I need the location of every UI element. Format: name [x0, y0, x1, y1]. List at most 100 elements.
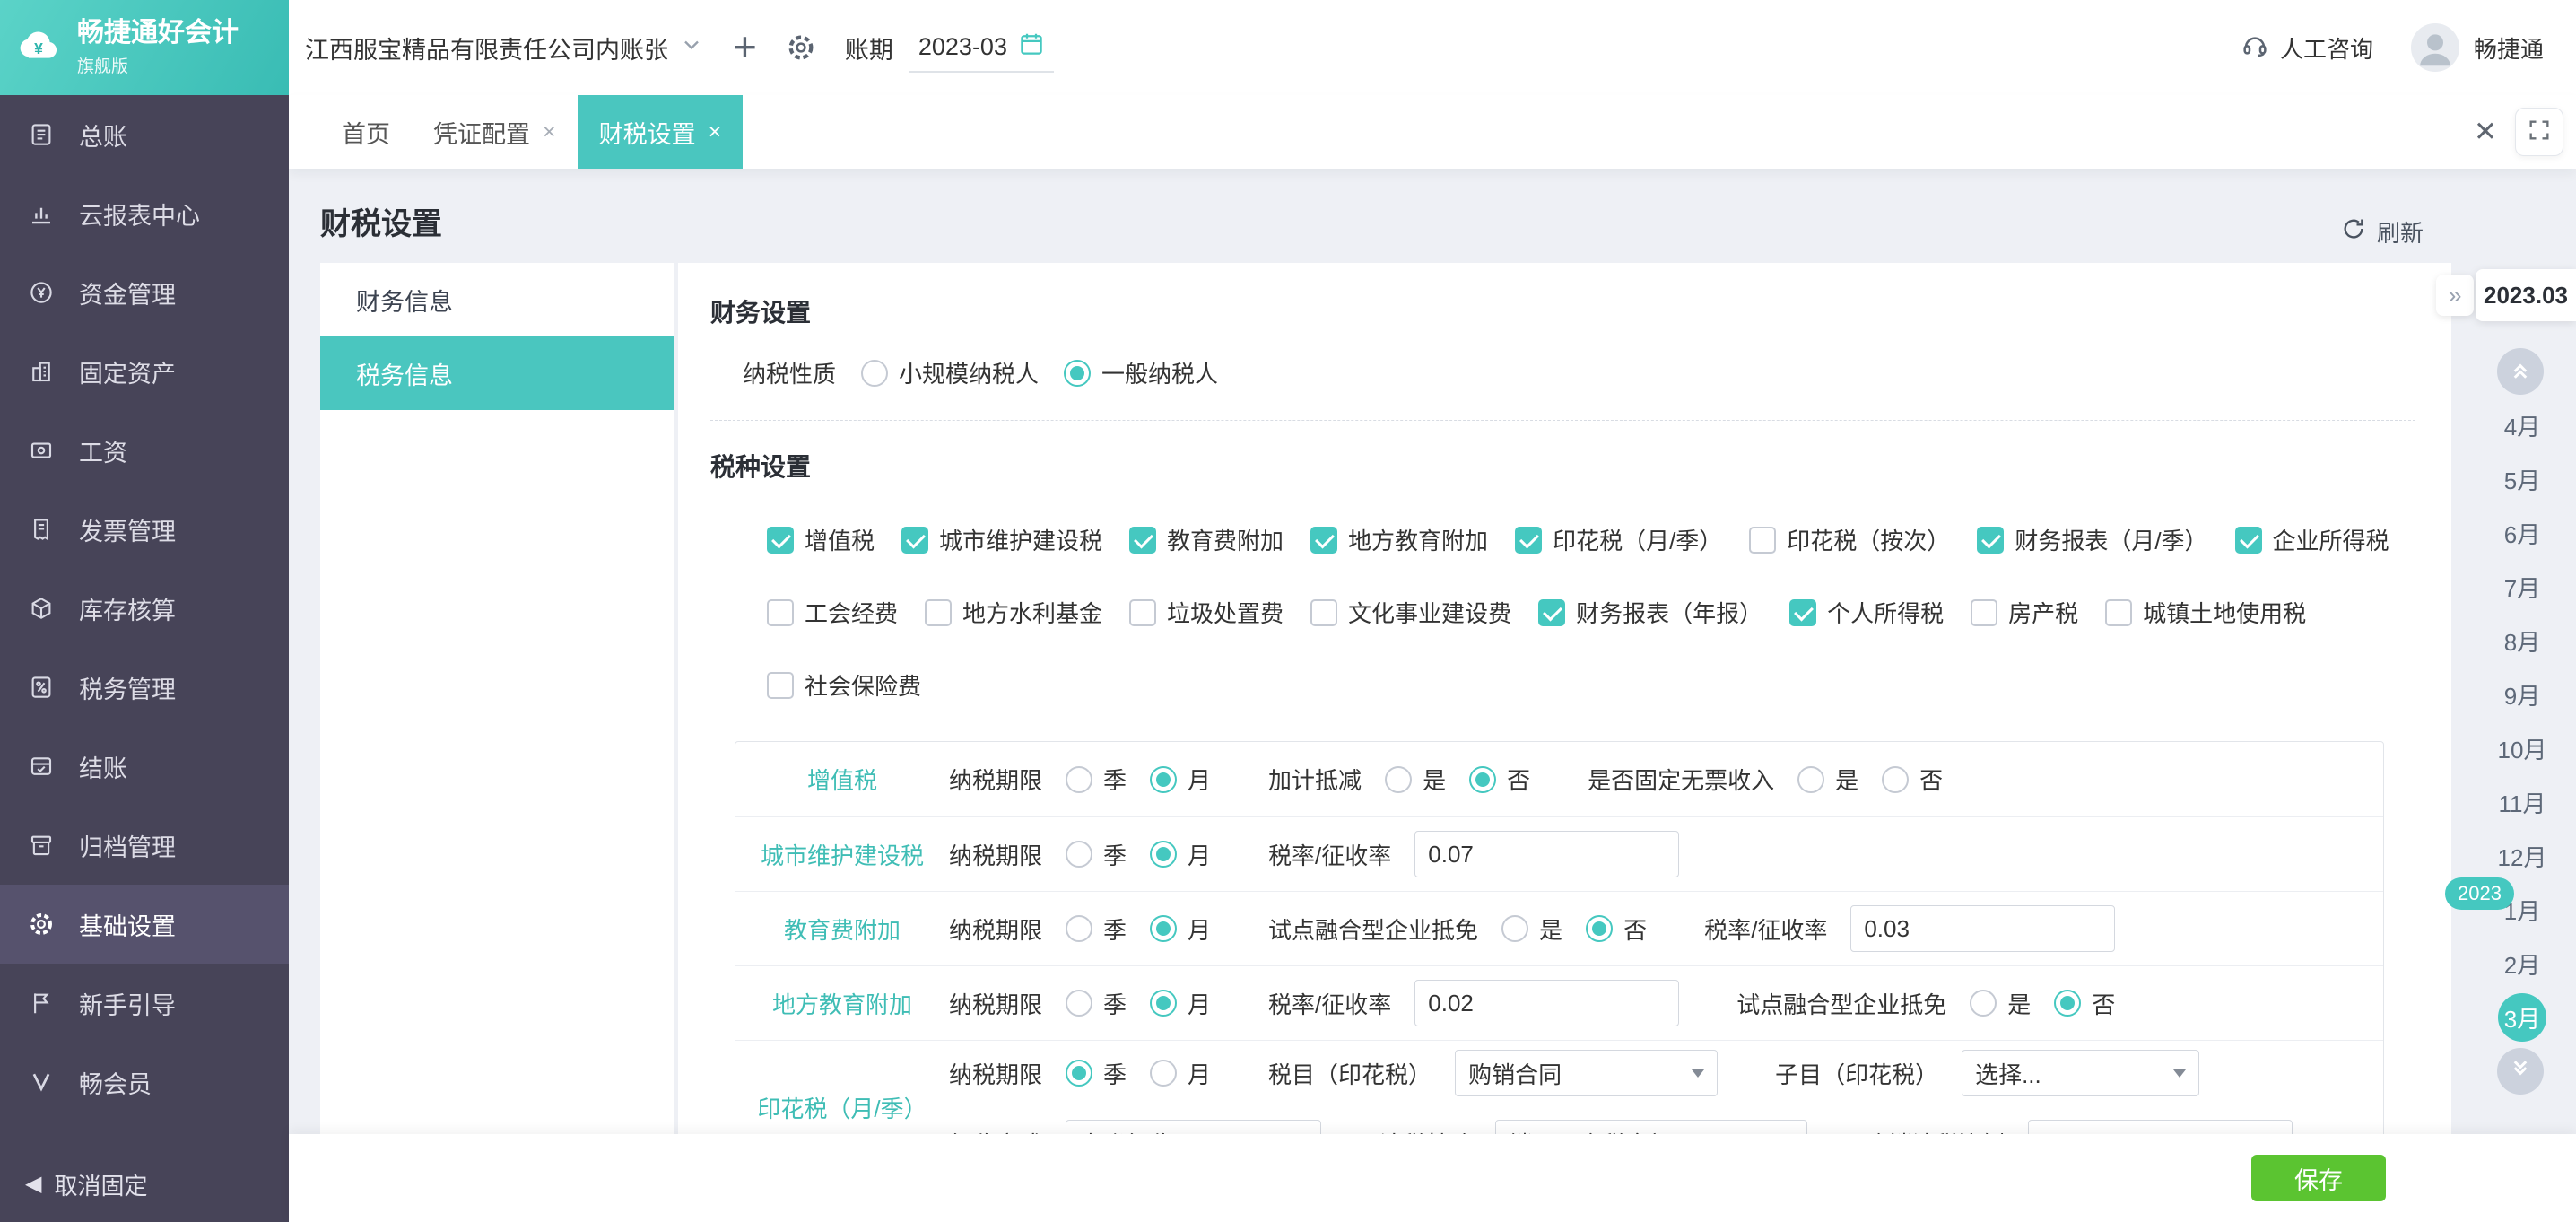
- checkbox-stamp-monthly[interactable]: 印花税（月/季）: [1515, 523, 1722, 556]
- subnav-finance-info[interactable]: 财务信息: [320, 263, 674, 336]
- expand-rail-icon: »: [2448, 281, 2462, 309]
- month-item[interactable]: 5月: [2504, 452, 2540, 506]
- username[interactable]: 畅捷通: [2474, 31, 2544, 65]
- checkbox-financial-report-annual[interactable]: 财务报表（年报）: [1538, 596, 1762, 629]
- checkbox-local-education[interactable]: 地方教育附加: [1310, 523, 1488, 556]
- subnav-tax-info[interactable]: 税务信息: [320, 336, 674, 410]
- radio-quarter[interactable]: 季: [1066, 912, 1127, 946]
- sidebar-item-beginner-guide[interactable]: 新手引导: [0, 964, 289, 1043]
- checkbox-stamp-per-time[interactable]: 印花税（按次）: [1749, 523, 1950, 556]
- checkbox-education-surcharge[interactable]: 教育费附加: [1129, 523, 1284, 556]
- radio-quarter[interactable]: 季: [1066, 763, 1127, 796]
- sidebar-item-general-ledger[interactable]: 总账: [0, 95, 289, 174]
- add-account-button[interactable]: +: [733, 26, 757, 67]
- radio-no[interactable]: 否: [2054, 987, 2115, 1020]
- sidebar-item-payroll[interactable]: 工资: [0, 411, 289, 490]
- radio-no[interactable]: 否: [1882, 763, 1943, 796]
- rail-scroll-up-button[interactable]: [2497, 348, 2544, 395]
- checkbox-corporate-income-tax[interactable]: 企业所得税: [2234, 523, 2389, 556]
- refresh-button[interactable]: 刷新: [2341, 215, 2424, 249]
- tax-name-link[interactable]: 印花税（月/季）: [735, 1091, 949, 1124]
- tax-name-link[interactable]: 教育费附加: [735, 912, 949, 946]
- checkbox-personal-income-tax[interactable]: 个人所得税: [1789, 596, 1944, 629]
- tab-home[interactable]: 首页: [320, 95, 412, 169]
- checkbox-garbage-fee[interactable]: 垃圾处置费: [1129, 596, 1284, 629]
- radio-yes[interactable]: 是: [1970, 987, 2031, 1020]
- radio-yes[interactable]: 是: [1501, 912, 1562, 946]
- sidebar-item-inventory[interactable]: 库存核算: [0, 569, 289, 648]
- sidebar-item-closing[interactable]: 结账: [0, 727, 289, 806]
- tax-item-select[interactable]: 购销合同: [1455, 1050, 1719, 1096]
- sub-item-select[interactable]: 选择...: [1962, 1050, 2200, 1096]
- sidebar-item-tax-management[interactable]: 税务管理: [0, 648, 289, 727]
- sidebar-item-label: 发票管理: [79, 518, 176, 546]
- checkbox-vat[interactable]: 增值税: [767, 523, 875, 556]
- checkbox-urban-land-tax[interactable]: 城镇土地使用税: [2105, 596, 2306, 629]
- radio-month[interactable]: 月: [1150, 838, 1211, 871]
- closing-check-icon: [27, 752, 56, 781]
- checkbox-icon: [2234, 526, 2262, 554]
- radio-month[interactable]: 月: [1150, 763, 1211, 796]
- manual-consult-button[interactable]: 人工咨询: [2241, 31, 2373, 65]
- company-selector[interactable]: 江西服宝精品有限责任公司内账张: [305, 31, 704, 65]
- tab-close-icon[interactable]: ×: [709, 120, 722, 144]
- avatar[interactable]: [2410, 23, 2459, 72]
- month-item[interactable]: 6月: [2504, 506, 2540, 560]
- sidebar-item-funds[interactable]: 资金管理: [0, 253, 289, 332]
- tab-close-icon[interactable]: ×: [543, 120, 556, 144]
- tab-fiscal-settings[interactable]: 财税设置 ×: [577, 95, 744, 169]
- month-item-active[interactable]: 3月: [2498, 991, 2546, 1044]
- period-date-picker[interactable]: 2023-03: [909, 23, 1054, 73]
- sidebar-item-fixed-assets[interactable]: 固定资产: [0, 332, 289, 411]
- tax-name-link[interactable]: 地方教育附加: [735, 987, 949, 1020]
- month-item[interactable]: 8月: [2504, 614, 2540, 668]
- month-item[interactable]: 9月: [2504, 668, 2540, 721]
- checkbox-culture-construction[interactable]: 文化事业建设费: [1310, 596, 1511, 629]
- month-item[interactable]: 2月: [2504, 937, 2540, 991]
- option-label: 是: [1539, 916, 1563, 944]
- radio-quarter[interactable]: 季: [1066, 1057, 1127, 1090]
- month-item[interactable]: 7月: [2504, 560, 2540, 614]
- radio-yes[interactable]: 是: [1385, 763, 1446, 796]
- radio-yes[interactable]: 是: [1797, 763, 1858, 796]
- rate-input[interactable]: [1414, 831, 1680, 877]
- checkbox-property-tax[interactable]: 房产税: [1971, 596, 2078, 629]
- tax-name-link[interactable]: 增值税: [735, 763, 949, 796]
- unpin-sidebar-button[interactable]: ◀ 取消固定: [0, 1147, 289, 1222]
- tab-voucher-config[interactable]: 凭证配置 ×: [412, 95, 578, 169]
- expand-rail-button[interactable]: »: [2436, 275, 2474, 316]
- sidebar-item-basic-settings[interactable]: 基础设置: [0, 885, 289, 964]
- month-item[interactable]: 12月: [2498, 829, 2547, 883]
- month-item[interactable]: 10月: [2498, 721, 2547, 775]
- radio-no[interactable]: 否: [1586, 912, 1647, 946]
- tax-name-link[interactable]: 城市维护建设税: [735, 838, 949, 871]
- rate-input[interactable]: [1414, 980, 1680, 1026]
- radio-general-taxpayer[interactable]: 一般纳税人: [1064, 356, 1218, 389]
- checkbox-water-fund[interactable]: 地方水利基金: [925, 596, 1102, 629]
- checkbox-urban-maintenance[interactable]: 城市维护建设税: [901, 523, 1102, 556]
- checkbox-financial-report-monthly[interactable]: 财务报表（月/季）: [1977, 523, 2208, 556]
- fullscreen-button[interactable]: [2515, 108, 2563, 156]
- checkbox-social-insurance[interactable]: 社会保险费: [767, 668, 921, 702]
- settings-gear-icon[interactable]: [786, 32, 816, 63]
- close-all-tabs-icon[interactable]: ✕: [2474, 116, 2497, 148]
- sidebar-item-invoices[interactable]: 发票管理: [0, 490, 289, 569]
- radio-small-taxpayer[interactable]: 小规模纳税人: [861, 356, 1039, 389]
- radio-month[interactable]: 月: [1150, 987, 1211, 1020]
- sidebar-item-member[interactable]: 畅会员: [0, 1043, 289, 1122]
- sidebar-item-archive[interactable]: 归档管理: [0, 806, 289, 885]
- radio-month[interactable]: 月: [1150, 912, 1211, 946]
- rate-input[interactable]: [1850, 905, 2116, 952]
- table-row-education-surcharge: 教育费附加 纳税期限 季 月 试点融合型企业抵免 是 否 税率/征收率: [735, 891, 2383, 965]
- checkbox-union-funds[interactable]: 工会经费: [767, 596, 898, 629]
- month-item[interactable]: 4月: [2504, 398, 2540, 452]
- rail-scroll-down-button[interactable]: [2497, 1048, 2544, 1095]
- radio-no[interactable]: 否: [1469, 763, 1530, 796]
- radio-quarter[interactable]: 季: [1066, 838, 1127, 871]
- radio-quarter[interactable]: 季: [1066, 987, 1127, 1020]
- save-button[interactable]: 保存: [2251, 1155, 2386, 1201]
- sidebar-item-cloud-reports[interactable]: 云报表中心: [0, 174, 289, 253]
- radio-month[interactable]: 月: [1150, 1057, 1211, 1090]
- month-item[interactable]: 11月: [2499, 775, 2546, 829]
- option-label: 月: [1188, 1061, 1212, 1088]
